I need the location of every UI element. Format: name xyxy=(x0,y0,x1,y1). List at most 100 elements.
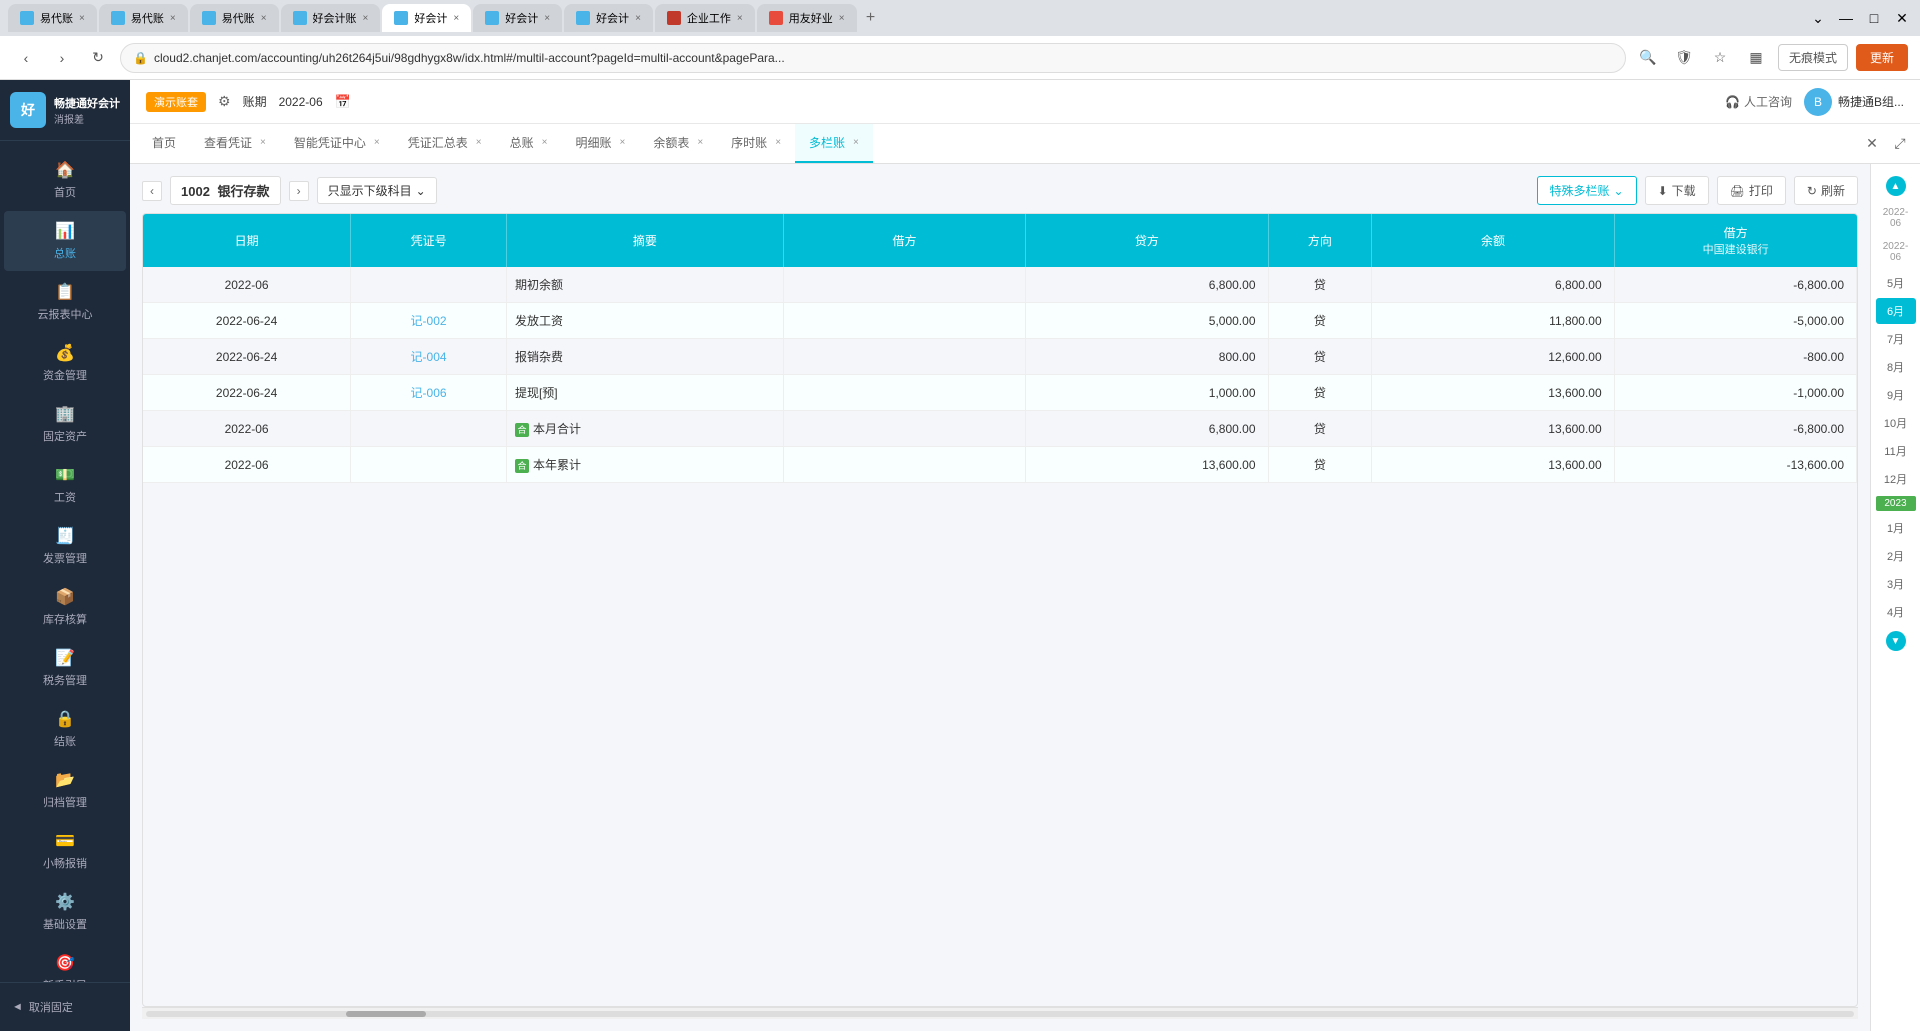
star-icon[interactable]: ☆ xyxy=(1706,44,1734,72)
tab-close-multi-column[interactable]: × xyxy=(853,137,859,148)
tab-close-smart-voucher[interactable]: × xyxy=(374,137,380,148)
tab-close-8[interactable]: × xyxy=(737,13,743,24)
tab-close-4[interactable]: × xyxy=(363,13,369,24)
sidebar-item-guide[interactable]: 🎯 新手引导 xyxy=(4,943,126,982)
browser-tab-7[interactable]: 好会计 × xyxy=(564,4,653,32)
sidebar: 好 畅捷通好会计 消报差 🏠 首页 📊 总账 📋 云报表中心 💰 资金管理 xyxy=(0,80,130,1031)
url-bar[interactable]: 🔒 cloud2.chanjet.com/accounting/uh26t264… xyxy=(120,43,1626,73)
month-jul[interactable]: 7月 xyxy=(1876,326,1916,352)
expand-tab-action[interactable]: ⤢ xyxy=(1888,132,1912,156)
sidebar-item-home[interactable]: 🏠 首页 xyxy=(4,150,126,210)
forward-button[interactable]: › xyxy=(48,44,76,72)
shield-icon[interactable]: 🛡 xyxy=(1670,44,1698,72)
close-tab-action[interactable]: ✕ xyxy=(1860,132,1884,156)
sidebar-item-expense[interactable]: 💳 小畅报销 xyxy=(4,821,126,881)
calendar-icon[interactable]: 📅 xyxy=(335,94,351,110)
tab-multi-column[interactable]: 多栏账 × xyxy=(795,124,873,163)
browser-tab-9[interactable]: 用友好业 × xyxy=(757,4,857,32)
subcategory-toggle[interactable]: 只显示下级科目 ⌄ xyxy=(317,177,437,204)
month-oct[interactable]: 10月 xyxy=(1876,410,1916,436)
month-may[interactable]: 5月 xyxy=(1876,270,1916,296)
browser-tab-4[interactable]: 好会计账 × xyxy=(281,4,381,32)
scroll-up-button[interactable]: ▲ xyxy=(1886,176,1906,196)
tab-close-7[interactable]: × xyxy=(635,13,641,24)
browser-tab-8[interactable]: 企业工作 × xyxy=(655,4,755,32)
tab-sequence-ledger[interactable]: 序时账 × xyxy=(717,124,795,163)
browser-tab-1[interactable]: 易代账 × xyxy=(8,4,97,32)
sidebar-item-close[interactable]: 🔒 结账 xyxy=(4,699,126,759)
download-button[interactable]: ⬇ 下载 xyxy=(1645,176,1709,205)
tab-view-voucher[interactable]: 查看凭证 × xyxy=(190,124,280,163)
month-feb-2023[interactable]: 2月 xyxy=(1876,543,1916,569)
browser-tab-3[interactable]: 易代账 × xyxy=(190,4,279,32)
month-aug[interactable]: 8月 xyxy=(1876,354,1916,380)
settings-icon: ⚙️ xyxy=(55,892,75,912)
refresh-nav-button[interactable]: ↻ xyxy=(84,44,112,72)
month-dec[interactable]: 12月 xyxy=(1876,466,1916,492)
prev-account-button[interactable]: ‹ xyxy=(142,181,162,201)
gear-icon[interactable]: ⚙ xyxy=(218,93,231,110)
refresh-button[interactable]: ↻ 刷新 xyxy=(1794,176,1858,205)
next-account-button[interactable]: › xyxy=(289,181,309,201)
tab-close-general-ledger[interactable]: × xyxy=(542,137,548,148)
browser-tab-5[interactable]: 好会计 × xyxy=(382,4,471,32)
sidebar-item-ledger[interactable]: 📊 总账 xyxy=(4,211,126,271)
account-label: 1002 银行存款 xyxy=(170,176,281,205)
sidebar-item-inventory[interactable]: 📦 库存核算 xyxy=(4,577,126,637)
scroll-down-button[interactable]: ▼ xyxy=(1886,631,1906,651)
month-sep[interactable]: 9月 xyxy=(1876,382,1916,408)
tab-close-detail-ledger[interactable]: × xyxy=(619,137,625,148)
sidebar-item-funds[interactable]: 💰 资金管理 xyxy=(4,333,126,393)
sidebar-item-assets[interactable]: 🏢 固定资产 xyxy=(4,394,126,454)
tab-close-6[interactable]: × xyxy=(544,13,550,24)
browser-tab-6[interactable]: 好会计 × xyxy=(473,4,562,32)
sidebar-item-settings[interactable]: ⚙️ 基础设置 xyxy=(4,882,126,942)
scrollbar-thumb[interactable] xyxy=(346,1011,426,1017)
month-jun[interactable]: 6月 xyxy=(1876,298,1916,324)
browser-tab-2[interactable]: 易代账 × xyxy=(99,4,188,32)
consult-button[interactable]: 🎧 人工咨询 xyxy=(1725,93,1792,110)
back-button[interactable]: ‹ xyxy=(12,44,40,72)
sidebar-item-archive[interactable]: 📂 归档管理 xyxy=(4,760,126,820)
tab-voucher-summary[interactable]: 凭证汇总表 × xyxy=(394,124,496,163)
search-icon[interactable]: 🔍 xyxy=(1634,44,1662,72)
sidebar-item-reports[interactable]: 📋 云报表中心 xyxy=(4,272,126,332)
month-mar-2023[interactable]: 3月 xyxy=(1876,571,1916,597)
unpin-button[interactable]: ◄ 取消固定 xyxy=(4,991,126,1023)
update-button[interactable]: 更新 xyxy=(1856,44,1908,71)
month-jan-2023[interactable]: 1月 xyxy=(1876,515,1916,541)
tab-smart-voucher[interactable]: 智能凭证中心 × xyxy=(280,124,394,163)
voucher-link[interactable]: 记-002 xyxy=(411,314,447,328)
month-apr-2023[interactable]: 4月 xyxy=(1876,599,1916,625)
tab-close-view-voucher[interactable]: × xyxy=(260,137,266,148)
horizontal-scrollbar[interactable] xyxy=(142,1007,1858,1019)
print-button[interactable]: 🖨 打印 xyxy=(1717,176,1786,205)
tab-close-5[interactable]: × xyxy=(453,13,459,24)
tab-close-1[interactable]: × xyxy=(79,13,85,24)
tab-close-voucher-summary[interactable]: × xyxy=(476,137,482,148)
tab-close-3[interactable]: × xyxy=(261,13,267,24)
minimize-button[interactable]: — xyxy=(1836,8,1856,28)
tab-close-2[interactable]: × xyxy=(170,13,176,24)
tab-home[interactable]: 首页 xyxy=(138,124,190,163)
month-nov[interactable]: 11月 xyxy=(1876,438,1916,464)
new-tab-button[interactable]: + xyxy=(859,6,883,30)
sidebar-item-salary[interactable]: 💵 工资 xyxy=(4,455,126,515)
tab-close-sequence-ledger[interactable]: × xyxy=(775,137,781,148)
sidebar-toggle-icon[interactable]: ▦ xyxy=(1742,44,1770,72)
tab-list-button[interactable]: ⌄ xyxy=(1808,8,1828,28)
sidebar-item-invoice[interactable]: 🧾 发票管理 xyxy=(4,516,126,576)
special-multi-column-button[interactable]: 特殊多栏账 ⌄ xyxy=(1537,176,1637,205)
close-window-button[interactable]: ✕ xyxy=(1892,8,1912,28)
voucher-link[interactable]: 记-004 xyxy=(411,350,447,364)
tab-close-balance[interactable]: × xyxy=(697,137,703,148)
no-trace-button[interactable]: 无痕模式 xyxy=(1778,44,1848,71)
voucher-link[interactable]: 记-006 xyxy=(411,386,447,400)
tab-detail-ledger[interactable]: 明细账 × xyxy=(561,124,639,163)
maximize-button[interactable]: □ xyxy=(1864,8,1884,28)
sidebar-item-tax[interactable]: 📝 税务管理 xyxy=(4,638,126,698)
tab-balance[interactable]: 余额表 × xyxy=(639,124,717,163)
tab-general-ledger[interactable]: 总账 × xyxy=(496,124,562,163)
col-debit: 借方 xyxy=(783,214,1025,267)
tab-close-9[interactable]: × xyxy=(839,13,845,24)
